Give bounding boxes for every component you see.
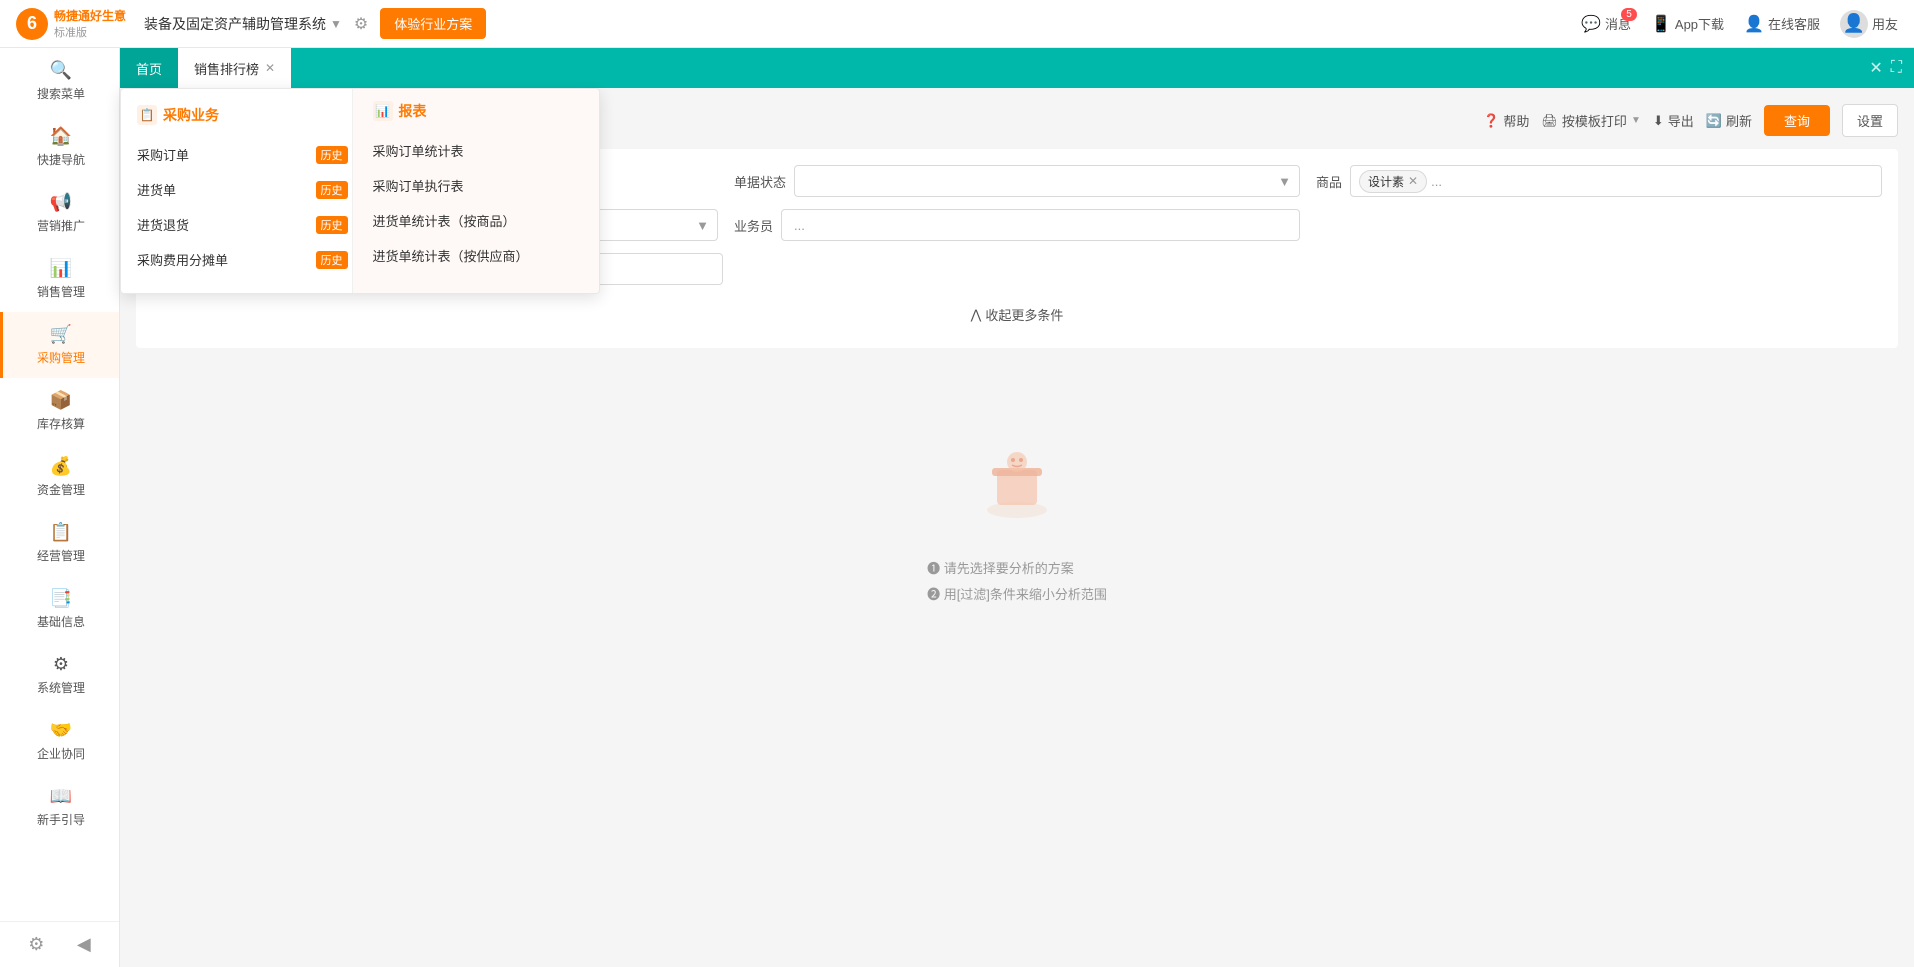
user-avatar: 👤 bbox=[1840, 10, 1868, 38]
sidebar-item-guide[interactable]: 📖 新手引导 bbox=[0, 774, 119, 840]
sidebar-item-search[interactable]: 🔍 搜索菜单 bbox=[0, 48, 119, 114]
salesman-input[interactable]: ... bbox=[781, 209, 1300, 241]
salesman-filter: 业务员 ... bbox=[734, 209, 1300, 241]
purchase-col: 📋 采购业务 采购订单 历史 进货单 历史 进货退货 历史 采购费用分摊单 历史 bbox=[137, 105, 348, 277]
sidebar-item-inventory[interactable]: 📦 库存核算 bbox=[0, 378, 119, 444]
tab-actions: ✕ ⛶ bbox=[1857, 48, 1914, 88]
collapse-sidebar-icon[interactable]: ◀ bbox=[77, 934, 91, 955]
export-action[interactable]: ⬇ 导出 bbox=[1653, 111, 1694, 130]
purchase-col-title: 📋 采购业务 bbox=[137, 105, 348, 125]
purchase-col-icon: 📋 bbox=[137, 105, 157, 125]
system-icon: ⚙ bbox=[53, 654, 69, 675]
guide-icon: 📖 bbox=[50, 786, 72, 807]
tab-minimize-icon[interactable]: ✕ bbox=[1869, 58, 1882, 78]
goods-input[interactable]: 设计素 ✕ ... bbox=[1350, 165, 1882, 197]
megaphone-icon: 📢 bbox=[50, 192, 72, 213]
dropdown-item-report-3[interactable]: 进货单统计表（按供应商） bbox=[373, 238, 584, 273]
refresh-action[interactable]: 🔄 刷新 bbox=[1706, 111, 1752, 130]
message-action[interactable]: 💬 消息 5 bbox=[1581, 14, 1631, 34]
goods-tag: 设计素 ✕ bbox=[1359, 170, 1427, 193]
report-col-title: 📊 报表 bbox=[373, 101, 584, 121]
message-icon: 💬 bbox=[1581, 14, 1601, 34]
inventory-icon: 📦 bbox=[50, 390, 72, 411]
user-action[interactable]: 👤 用友 bbox=[1840, 10, 1898, 38]
logo-area: 6 畅捷通好生意 标准版 bbox=[16, 7, 136, 40]
app-logo-icon: 6 bbox=[16, 8, 48, 40]
dropdown-item-inbound[interactable]: 进货单 历史 bbox=[137, 172, 348, 207]
industry-btn[interactable]: 体验行业方案 bbox=[380, 8, 486, 39]
phone-icon: 📱 bbox=[1651, 14, 1671, 34]
report-col: 📊 报表 采购订单统计表 采购订单执行表 进货单统计表（按商品） 进货单统计表（… bbox=[352, 89, 600, 293]
history-badge-0: 历史 bbox=[316, 146, 348, 164]
logo-text: 畅捷通好生意 标准版 bbox=[54, 7, 126, 40]
help-action[interactable]: ❓ 帮助 bbox=[1483, 111, 1529, 130]
settings-button[interactable]: 设置 bbox=[1842, 104, 1898, 137]
tab-spacer bbox=[291, 48, 1857, 88]
goods-tag-close[interactable]: ✕ bbox=[1408, 174, 1418, 188]
tab-bar: 首页 销售排行榜 ✕ ✕ ⛶ bbox=[120, 48, 1914, 88]
enterprise-icon: 🤝 bbox=[50, 720, 72, 741]
service-icon: 👤 bbox=[1744, 14, 1764, 34]
goods-filter: 商品 设计素 ✕ ... bbox=[1316, 165, 1882, 197]
empty-state: ❶ 请先选择要分析的方案 ❷ 用[过滤]条件来缩小分析范围 bbox=[136, 360, 1898, 688]
online-service-action[interactable]: 👤 在线客服 bbox=[1744, 14, 1820, 34]
doc-status-arrow: ▼ bbox=[1278, 174, 1291, 189]
print-dropdown-icon[interactable]: ▼ bbox=[1631, 115, 1641, 126]
home-icon: 🏠 bbox=[50, 126, 72, 147]
header-center: 装备及固定资产辅助管理系统 ▼ ⚙ 体验行业方案 bbox=[136, 8, 1581, 39]
export-icon: ⬇ bbox=[1653, 113, 1664, 129]
print-icon: 🖨 bbox=[1541, 113, 1558, 129]
operations-icon: 📋 bbox=[50, 522, 72, 543]
header-right: 💬 消息 5 📱 App下载 👤 在线客服 👤 用友 bbox=[1581, 10, 1898, 38]
dropdown-item-return[interactable]: 进货退货 历史 bbox=[137, 207, 348, 242]
doc-status-filter: 单据状态 ▼ bbox=[734, 165, 1300, 197]
search-icon: 🔍 bbox=[50, 60, 72, 81]
rank-arrow: ▼ bbox=[696, 218, 709, 233]
query-button[interactable]: 查询 bbox=[1764, 105, 1830, 136]
sidebar-item-finance[interactable]: 💰 资金管理 bbox=[0, 444, 119, 510]
sidebar-item-quick[interactable]: 🏠 快捷导航 bbox=[0, 114, 119, 180]
refresh-icon: 🔄 bbox=[1706, 113, 1722, 129]
dropdown-item-report-0[interactable]: 采购订单统计表 bbox=[373, 133, 584, 168]
history-badge-3: 历史 bbox=[316, 251, 348, 269]
print-action[interactable]: 🖨 按模板打印 ▼ bbox=[1541, 111, 1640, 130]
sidebar: 🔍 搜索菜单 🏠 快捷导航 📢 营销推广 📊 销售管理 🛒 采购管理 📦 库存核… bbox=[0, 48, 120, 967]
sidebar-item-operations[interactable]: 📋 经营管理 bbox=[0, 510, 119, 576]
sidebar-item-system[interactable]: ⚙ 系统管理 bbox=[0, 642, 119, 708]
dropdown-item-expense[interactable]: 采购费用分摊单 历史 bbox=[137, 242, 348, 277]
collapse-btn[interactable]: ⋀ 收起更多条件 bbox=[963, 297, 1072, 332]
purchase-icon: 🛒 bbox=[50, 324, 72, 345]
doc-status-input[interactable]: ▼ bbox=[794, 165, 1300, 197]
dropdown-item-report-2[interactable]: 进货单统计表（按商品） bbox=[373, 203, 584, 238]
dropdown-item-report-1[interactable]: 采购订单执行表 bbox=[373, 168, 584, 203]
sidebar-item-sales[interactable]: 📊 销售管理 bbox=[0, 246, 119, 312]
system-name: 装备及固定资产辅助管理系统 ▼ bbox=[144, 14, 342, 34]
tab-maximize-icon[interactable]: ⛶ bbox=[1891, 59, 1902, 77]
sidebar-bottom: ⚙ ◀ bbox=[0, 921, 119, 967]
report-col-icon: 📊 bbox=[373, 101, 393, 121]
chart-icon: 📊 bbox=[50, 258, 72, 279]
system-dropdown-arrow[interactable]: ▼ bbox=[330, 17, 342, 31]
app-download-action[interactable]: 📱 App下载 bbox=[1651, 14, 1724, 34]
top-header: 6 畅捷通好生意 标准版 装备及固定资产辅助管理系统 ▼ ⚙ 体验行业方案 💬 … bbox=[0, 0, 1914, 48]
purchase-dropdown-menu: 📋 采购业务 采购订单 历史 进货单 历史 进货退货 历史 采购费用分摊单 历史… bbox=[120, 88, 600, 294]
tab-home[interactable]: 首页 bbox=[120, 48, 178, 88]
help-icon: ❓ bbox=[1483, 113, 1499, 129]
tab-close-icon[interactable]: ✕ bbox=[265, 61, 275, 75]
dropdown-item-purchase-order[interactable]: 采购订单 历史 bbox=[137, 137, 348, 172]
empty-illustration bbox=[967, 440, 1067, 540]
empty-tips: ❶ 请先选择要分析的方案 ❷ 用[过滤]条件来缩小分析范围 bbox=[927, 556, 1107, 608]
basic-icon: 📑 bbox=[50, 588, 72, 609]
sidebar-item-enterprise[interactable]: 🤝 企业协同 bbox=[0, 708, 119, 774]
sidebar-item-marketing[interactable]: 📢 营销推广 bbox=[0, 180, 119, 246]
tab-sales-rank[interactable]: 销售排行榜 ✕ bbox=[178, 48, 291, 88]
sidebar-item-basic[interactable]: 📑 基础信息 bbox=[0, 576, 119, 642]
finance-icon: 💰 bbox=[50, 456, 72, 477]
collapse-icon: ⋀ bbox=[971, 307, 982, 323]
history-badge-2: 历史 bbox=[316, 216, 348, 234]
system-settings-icon[interactable]: ⚙ bbox=[354, 14, 368, 34]
history-badge-1: 历史 bbox=[316, 181, 348, 199]
settings-bottom-icon[interactable]: ⚙ bbox=[28, 934, 44, 955]
sidebar-item-purchase[interactable]: 🛒 采购管理 bbox=[0, 312, 119, 378]
